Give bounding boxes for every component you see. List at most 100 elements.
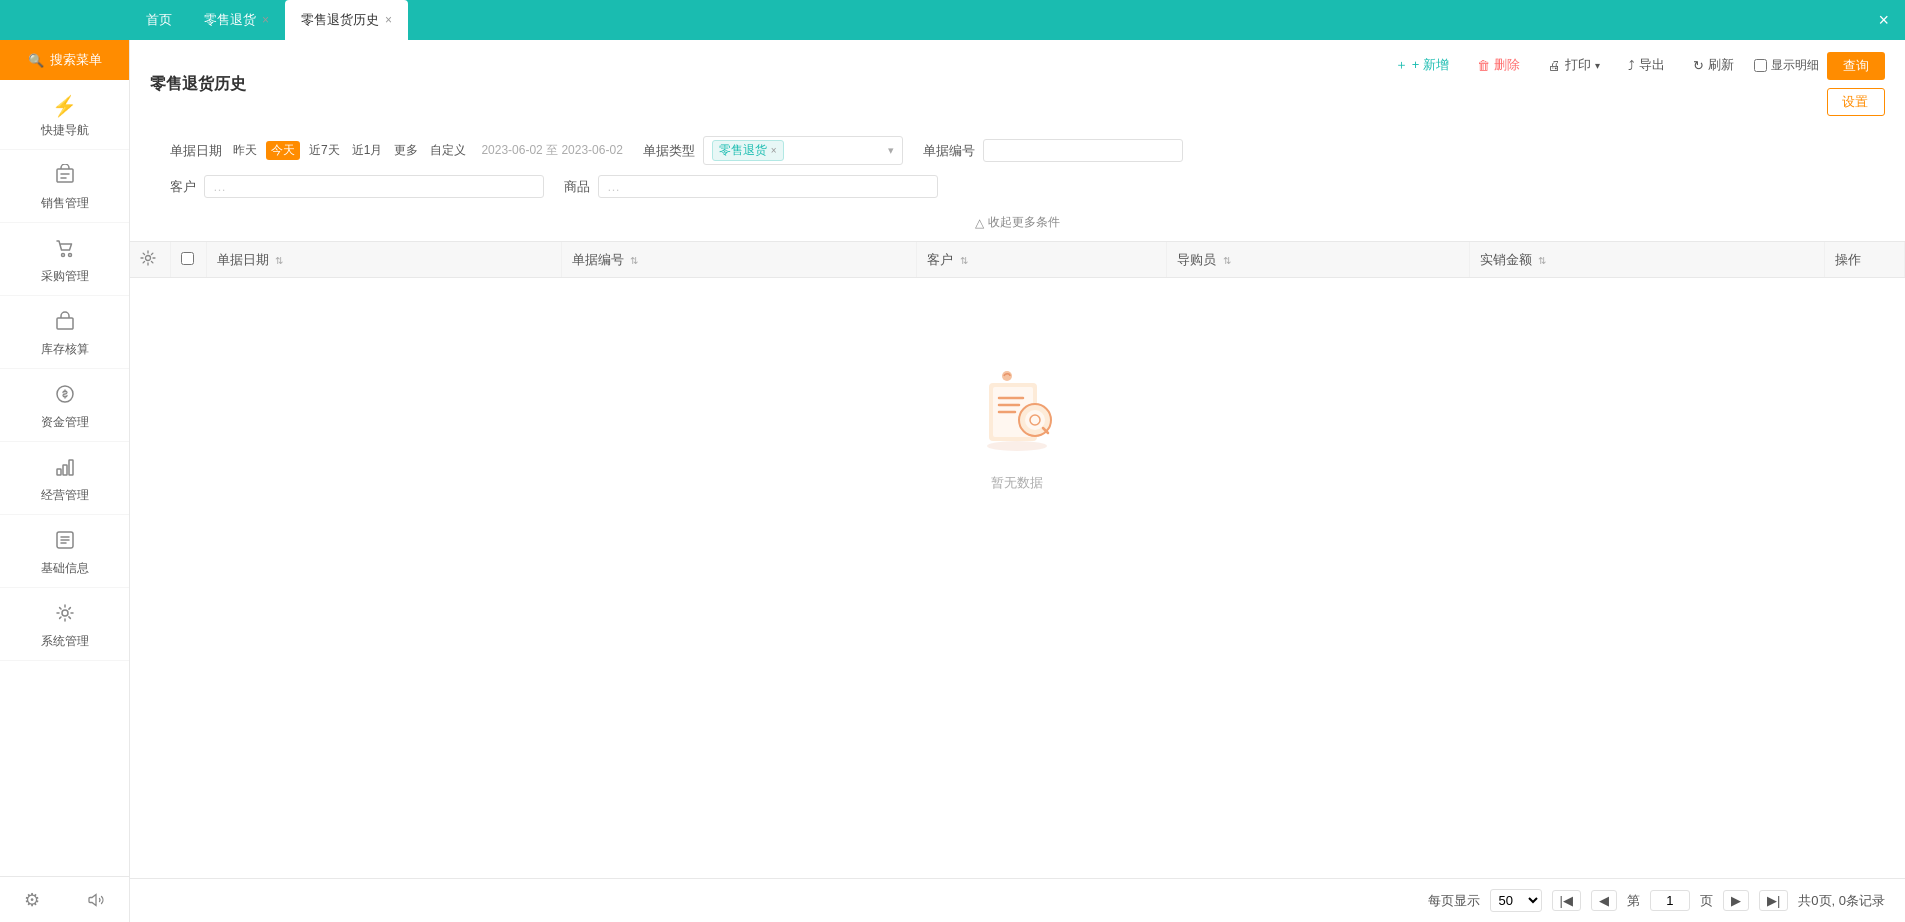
customer-filter: 客户 … — [170, 175, 544, 198]
svg-rect-7 — [69, 460, 73, 475]
doc-type-filter: 单据类型 零售退货 × ▾ — [643, 136, 903, 165]
sidebar-item-label: 快捷导航 — [41, 122, 89, 139]
th-date[interactable]: 单据日期 ⇅ — [206, 242, 561, 278]
doc-type-tag-close[interactable]: × — [771, 145, 777, 156]
th-settings[interactable] — [130, 242, 170, 278]
filter-area: 单据日期 昨天 今天 近7天 近1月 更多 自定义 2023-06-02 至 2… — [150, 126, 1885, 241]
sidebar-item-label: 经营管理 — [41, 487, 89, 504]
date-shortcut-today[interactable]: 今天 — [266, 141, 300, 160]
refresh-label: 刷新 — [1708, 56, 1734, 74]
doc-number-input[interactable] — [983, 139, 1183, 162]
th-customer[interactable]: 客户 ⇅ — [917, 242, 1167, 278]
th-guide[interactable]: 导购员 ⇅ — [1167, 242, 1470, 278]
date-shortcut-1month[interactable]: 近1月 — [349, 141, 386, 160]
add-label: + 新增 — [1412, 56, 1449, 74]
date-shortcut-custom[interactable]: 自定义 — [427, 141, 469, 160]
sort-number-icon: ⇅ — [630, 255, 638, 266]
svg-point-9 — [62, 610, 68, 616]
sort-guide-icon: ⇅ — [1223, 255, 1231, 266]
pagination-bar: 每页显示 50 20 100 |◀ ◀ 第 页 ▶ ▶| 共0页, 0条记录 — [130, 878, 1905, 922]
sort-amount-icon: ⇅ — [1538, 255, 1546, 266]
current-page-input[interactable] — [1650, 890, 1690, 911]
doc-type-tag: 零售退货 × — [712, 140, 784, 161]
select-arrow-icon: ▾ — [888, 144, 894, 157]
delete-button[interactable]: 🗑 删除 — [1469, 52, 1528, 78]
th-number[interactable]: 单据编号 ⇅ — [561, 242, 916, 278]
toolbar: ＋ + 新增 🗑 删除 🖨 打印 ▾ ⤴ — [1387, 52, 1819, 78]
add-button[interactable]: ＋ + 新增 — [1387, 52, 1457, 78]
goods-select[interactable]: … — [598, 175, 938, 198]
doc-type-label: 单据类型 — [643, 142, 695, 160]
sidebar-item-label: 系统管理 — [41, 633, 89, 650]
table-container: 单据日期 ⇅ 单据编号 ⇅ 客户 ⇅ 导购员 ⇅ — [130, 242, 1905, 878]
page-title: 零售退货历史 — [150, 74, 246, 95]
svg-point-11 — [987, 441, 1047, 451]
window-close-button[interactable]: × — [1878, 10, 1889, 31]
settings-button[interactable]: 设置 — [1827, 88, 1885, 116]
search-icon: 🔍 — [28, 53, 44, 68]
doc-number-filter: 单据编号 — [923, 139, 1183, 162]
last-page-btn[interactable]: ▶| — [1759, 890, 1788, 911]
sidebar-item-sales[interactable]: 销售管理 — [0, 150, 129, 223]
show-detail-checkbox[interactable] — [1754, 59, 1767, 72]
sales-icon — [54, 164, 76, 191]
sidebar-item-quick-nav[interactable]: ⚡ 快捷导航 — [0, 80, 129, 150]
export-button[interactable]: ⤴ 导出 — [1620, 52, 1673, 78]
sidebar-item-inventory[interactable]: 库存核算 — [0, 296, 129, 369]
page-header: 零售退货历史 ＋ + 新增 🗑 删除 🖨 打印 — [130, 40, 1905, 242]
sidebar-audio-btn[interactable] — [65, 877, 130, 922]
date-filter: 单据日期 昨天 今天 近7天 近1月 更多 自定义 2023-06-02 至 2… — [170, 141, 623, 160]
content-area: 零售退货历史 ＋ + 新增 🗑 删除 🖨 打印 — [130, 40, 1905, 922]
sidebar-item-label: 资金管理 — [41, 414, 89, 431]
close-tab-retail-return-history[interactable]: × — [385, 13, 392, 27]
total-records-text: 共0页, 0条记录 — [1798, 892, 1885, 910]
select-all-checkbox[interactable] — [181, 252, 194, 265]
customer-label: 客户 — [170, 178, 196, 196]
doc-number-label: 单据编号 — [923, 142, 975, 160]
tab-retail-return[interactable]: 零售退货 × — [188, 0, 285, 40]
first-page-btn[interactable]: |◀ — [1552, 890, 1581, 911]
collapse-icon: △ — [975, 216, 984, 230]
sidebar-item-label: 库存核算 — [41, 341, 89, 358]
export-icon: ⤴ — [1628, 58, 1635, 73]
finance-icon — [54, 383, 76, 410]
sidebar-search[interactable]: 🔍 搜索菜单 — [0, 40, 129, 80]
th-amount[interactable]: 实销金额 ⇅ — [1469, 242, 1824, 278]
quick-nav-icon: ⚡ — [52, 94, 77, 118]
date-shortcut-7days[interactable]: 近7天 — [306, 141, 343, 160]
query-button[interactable]: 查询 — [1827, 52, 1885, 80]
doc-type-select[interactable]: 零售退货 × ▾ — [703, 136, 903, 165]
refresh-icon: ↻ — [1693, 58, 1704, 73]
sidebar-item-purchase[interactable]: 采购管理 — [0, 223, 129, 296]
sidebar-item-finance[interactable]: 资金管理 — [0, 369, 129, 442]
table-header-row: 单据日期 ⇅ 单据编号 ⇅ 客户 ⇅ 导购员 ⇅ — [130, 242, 1905, 278]
sidebar-settings-btn[interactable]: ⚙ — [0, 877, 65, 922]
date-shortcut-yesterday[interactable]: 昨天 — [230, 141, 260, 160]
sidebar-item-basic-info[interactable]: 基础信息 — [0, 515, 129, 588]
customer-select[interactable]: … — [204, 175, 544, 198]
tab-home[interactable]: 首页 — [130, 0, 188, 40]
th-checkbox[interactable] — [170, 242, 206, 278]
sidebar-item-operations[interactable]: 经营管理 — [0, 442, 129, 515]
svg-point-10 — [146, 256, 151, 261]
sidebar-item-system[interactable]: 系统管理 — [0, 588, 129, 661]
close-tab-retail-return[interactable]: × — [262, 13, 269, 27]
export-label: 导出 — [1639, 56, 1665, 74]
svg-rect-5 — [57, 469, 61, 475]
next-page-btn[interactable]: ▶ — [1723, 890, 1749, 911]
collapse-filter-btn[interactable]: △ 收起更多条件 — [170, 208, 1865, 241]
refresh-button[interactable]: ↻ 刷新 — [1685, 52, 1742, 78]
print-button[interactable]: 🖨 打印 ▾ — [1540, 52, 1608, 78]
page-size-label: 每页显示 — [1428, 892, 1480, 910]
sidebar-search-label: 搜索菜单 — [50, 51, 102, 69]
delete-icon: 🗑 — [1477, 58, 1490, 73]
prev-page-btn[interactable]: ◀ — [1591, 890, 1617, 911]
tab-retail-return-history[interactable]: 零售退货历史 × — [285, 0, 408, 40]
sidebar-item-label: 销售管理 — [41, 195, 89, 212]
show-detail-container: 显示明细 — [1754, 57, 1819, 74]
inventory-icon — [54, 310, 76, 337]
svg-rect-0 — [57, 169, 73, 182]
date-shortcut-more[interactable]: 更多 — [391, 141, 421, 160]
page-size-select[interactable]: 50 20 100 — [1490, 889, 1542, 912]
sidebar: 🔍 搜索菜单 ⚡ 快捷导航 销售管理 采购管理 库存核算 — [0, 40, 130, 922]
